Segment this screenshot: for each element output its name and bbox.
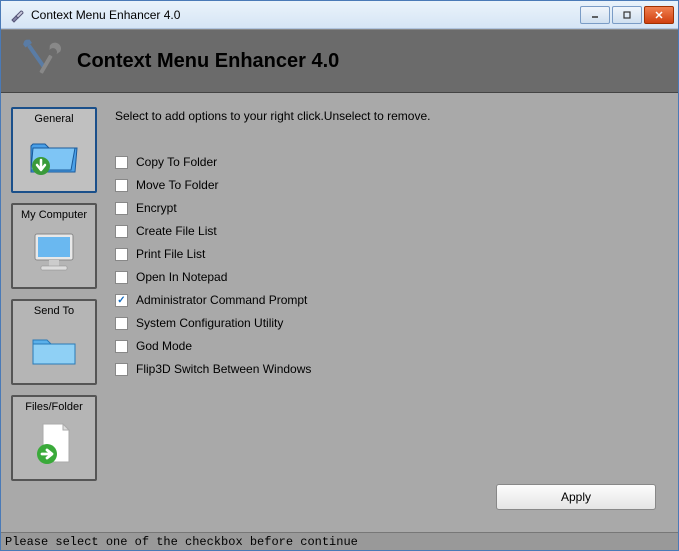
option-label: Create File List bbox=[136, 224, 217, 238]
status-text: Please select one of the checkbox before… bbox=[5, 535, 358, 549]
checkbox[interactable] bbox=[115, 271, 128, 284]
sidebar-item-label: General bbox=[34, 113, 73, 125]
checkbox[interactable] bbox=[115, 156, 128, 169]
tools-icon bbox=[15, 36, 63, 87]
option-label: Copy To Folder bbox=[136, 155, 217, 169]
option-label: Print File List bbox=[136, 247, 205, 261]
option-label: Open In Notepad bbox=[136, 270, 227, 284]
statusbar: Please select one of the checkbox before… bbox=[1, 532, 678, 550]
checkbox[interactable] bbox=[115, 294, 128, 307]
options-list: Copy To Folder Move To Folder Encrypt Cr… bbox=[115, 155, 668, 376]
sidebar-item-label: Send To bbox=[34, 305, 74, 317]
instructions-text: Select to add options to your right clic… bbox=[115, 109, 668, 123]
file-arrow-icon bbox=[29, 413, 79, 475]
option-row[interactable]: Print File List bbox=[115, 247, 668, 261]
checkbox[interactable] bbox=[115, 363, 128, 376]
sidebar-item-label: Files/Folder bbox=[25, 401, 82, 413]
option-row[interactable]: Flip3D Switch Between Windows bbox=[115, 362, 668, 376]
sidebar-item-label: My Computer bbox=[21, 209, 87, 221]
titlebar[interactable]: Context Menu Enhancer 4.0 bbox=[1, 1, 678, 29]
folder-download-icon bbox=[27, 125, 81, 187]
app-icon bbox=[9, 7, 25, 23]
checkbox[interactable] bbox=[115, 179, 128, 192]
monitor-icon bbox=[27, 221, 81, 283]
option-row[interactable]: Create File List bbox=[115, 224, 668, 238]
checkbox[interactable] bbox=[115, 340, 128, 353]
sidebar-item-general[interactable]: General bbox=[11, 107, 97, 193]
checkbox[interactable] bbox=[115, 225, 128, 238]
checkbox[interactable] bbox=[115, 248, 128, 261]
option-row[interactable]: Administrator Command Prompt bbox=[115, 293, 668, 307]
option-label: Flip3D Switch Between Windows bbox=[136, 362, 311, 376]
header-band: Context Menu Enhancer 4.0 bbox=[1, 29, 678, 93]
option-label: God Mode bbox=[136, 339, 192, 353]
window-controls bbox=[580, 6, 674, 24]
header-title: Context Menu Enhancer 4.0 bbox=[77, 50, 339, 73]
option-row[interactable]: God Mode bbox=[115, 339, 668, 353]
option-row[interactable]: Move To Folder bbox=[115, 178, 668, 192]
checkbox[interactable] bbox=[115, 202, 128, 215]
option-row[interactable]: System Configuration Utility bbox=[115, 316, 668, 330]
content-area: General My Computer bbox=[1, 93, 678, 532]
window-title: Context Menu Enhancer 4.0 bbox=[31, 8, 580, 22]
minimize-button[interactable] bbox=[580, 6, 610, 24]
close-button[interactable] bbox=[644, 6, 674, 24]
sidebar-item-files-folder[interactable]: Files/Folder bbox=[11, 395, 97, 481]
sidebar: General My Computer bbox=[11, 107, 97, 532]
sidebar-item-my-computer[interactable]: My Computer bbox=[11, 203, 97, 289]
main-panel: Select to add options to your right clic… bbox=[115, 107, 668, 532]
option-label: Encrypt bbox=[136, 201, 177, 215]
maximize-button[interactable] bbox=[612, 6, 642, 24]
option-label: System Configuration Utility bbox=[136, 316, 283, 330]
option-label: Move To Folder bbox=[136, 178, 218, 192]
option-label: Administrator Command Prompt bbox=[136, 293, 307, 307]
app-window: Context Menu Enhancer 4.0 Context Menu E… bbox=[0, 0, 679, 551]
option-row[interactable]: Open In Notepad bbox=[115, 270, 668, 284]
folder-icon bbox=[27, 317, 81, 379]
option-row[interactable]: Copy To Folder bbox=[115, 155, 668, 169]
apply-button[interactable]: Apply bbox=[496, 484, 656, 510]
checkbox[interactable] bbox=[115, 317, 128, 330]
option-row[interactable]: Encrypt bbox=[115, 201, 668, 215]
sidebar-item-send-to[interactable]: Send To bbox=[11, 299, 97, 385]
